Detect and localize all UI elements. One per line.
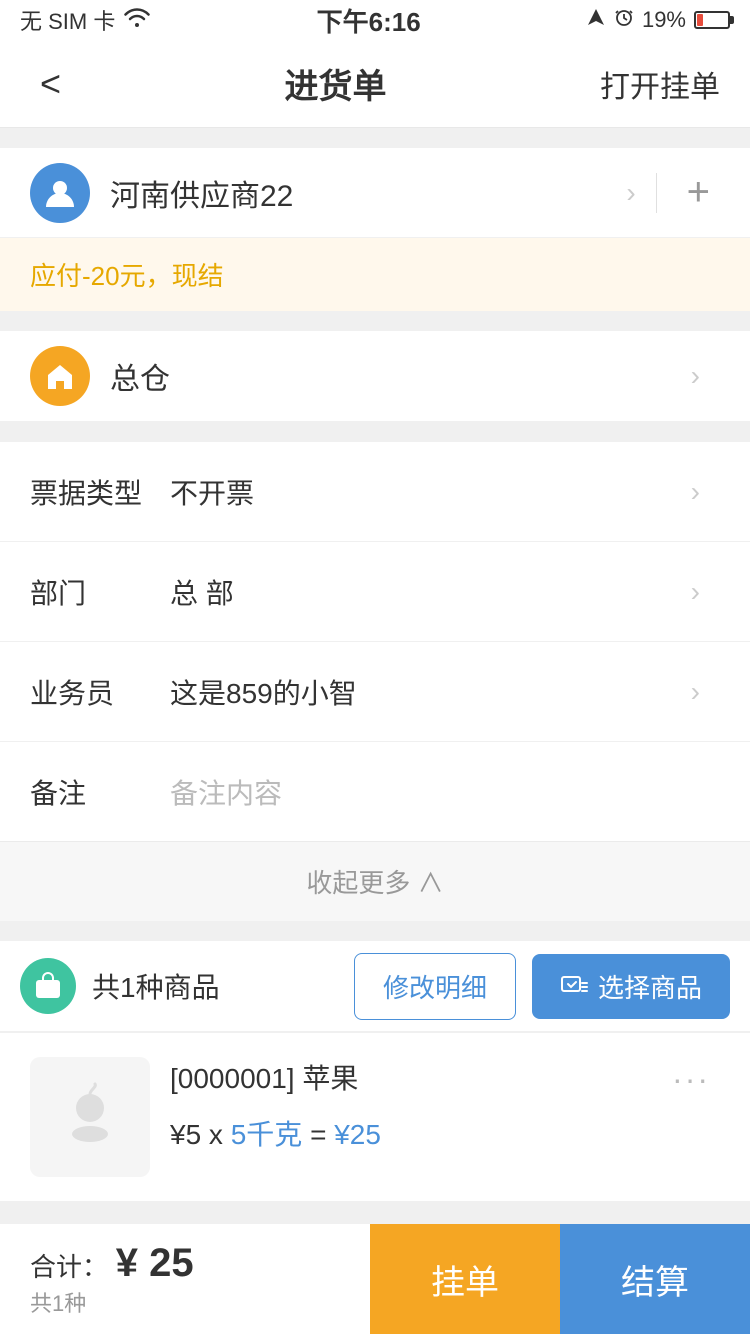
location-icon	[586, 7, 606, 33]
product-info: [0000001] 苹果 ¥5 x 5千克 = ¥25	[170, 1057, 642, 1153]
collapse-label: 收起更多 ∧	[306, 863, 443, 900]
carrier-label: 无 SIM 卡	[20, 4, 115, 36]
remark-label: 备注	[30, 772, 150, 812]
warehouse-chevron-icon: ›	[691, 360, 700, 392]
gap-2	[0, 311, 750, 331]
invoice-label: 票据类型	[30, 472, 150, 512]
divider	[656, 173, 657, 213]
remark-value: 备注内容	[150, 772, 720, 812]
alarm-icon	[614, 7, 634, 33]
battery-percent: 19%	[642, 7, 686, 33]
bottom-bar: 合计： ¥ 25 共1种 挂单 结算	[0, 1224, 750, 1334]
supplier-avatar	[30, 163, 90, 223]
total-value: ¥25	[334, 1119, 381, 1150]
product-more-button[interactable]: ···	[662, 1057, 720, 1102]
wifi-icon	[123, 7, 151, 33]
supplier-info-banner: 应付-20元，现结	[0, 238, 750, 311]
status-right: 19%	[586, 7, 730, 33]
invoice-chevron-icon: ›	[691, 476, 700, 508]
quantity-value: 5千克	[231, 1119, 303, 1150]
invoice-value: 不开票	[150, 472, 691, 512]
warehouse-name: 总仓	[110, 354, 691, 398]
add-supplier-button[interactable]: +	[677, 160, 720, 225]
supplier-section: 河南供应商22 › + 应付-20元，现结	[0, 148, 750, 311]
total-row: 合计： ¥ 25	[30, 1241, 340, 1286]
nav-bar: < 进货单 打开挂单	[0, 40, 750, 128]
department-value: 总 部	[150, 572, 691, 612]
form-row-department[interactable]: 部门 总 部 ›	[0, 541, 750, 641]
form-row-invoice[interactable]: 票据类型 不开票 ›	[0, 441, 750, 541]
back-button[interactable]: <	[30, 53, 71, 115]
chevron-right-icon: ›	[626, 177, 635, 209]
gap-1	[0, 128, 750, 148]
price-value: ¥5 x	[170, 1119, 231, 1150]
equals-sign: =	[310, 1119, 334, 1150]
product-count: 共1种商品	[92, 966, 338, 1006]
total-count: 共1种	[30, 1286, 340, 1318]
open-pending-button[interactable]: 打开挂单	[600, 62, 720, 106]
product-item: [0000001] 苹果 ¥5 x 5千克 = ¥25 ···	[0, 1033, 750, 1201]
status-left: 无 SIM 卡	[20, 4, 151, 36]
total-section: 合计： ¥ 25 共1种	[0, 1241, 370, 1318]
edit-detail-button[interactable]: 修改明细	[354, 953, 516, 1020]
product-code: [0000001] 苹果	[170, 1063, 358, 1094]
gap-3	[0, 421, 750, 441]
page-title: 进货单	[285, 59, 387, 108]
status-bar: 无 SIM 卡 下午6:16 19%	[0, 0, 750, 40]
salesperson-chevron-icon: ›	[691, 676, 700, 708]
warehouse-icon	[30, 346, 90, 406]
salesperson-value: 这是859的小智	[150, 672, 691, 712]
settle-button[interactable]: 结算	[560, 1224, 750, 1334]
salesperson-label: 业务员	[30, 672, 150, 712]
select-product-button[interactable]: 选择商品	[532, 954, 730, 1019]
select-product-label: 选择商品	[598, 968, 702, 1005]
total-amount: ¥ 25	[116, 1241, 194, 1285]
collapse-bar[interactable]: 收起更多 ∧	[0, 841, 750, 921]
product-price: ¥5 x 5千克 = ¥25	[170, 1113, 642, 1153]
product-thumbnail	[30, 1057, 150, 1177]
status-time: 下午6:16	[317, 2, 421, 39]
product-name: [0000001] 苹果	[170, 1057, 642, 1097]
battery-icon	[694, 11, 730, 29]
form-row-remark[interactable]: 备注 备注内容	[0, 741, 750, 841]
supplier-row[interactable]: 河南供应商22 › +	[0, 148, 750, 238]
department-chevron-icon: ›	[691, 576, 700, 608]
supplier-name: 河南供应商22	[110, 171, 626, 215]
department-label: 部门	[30, 572, 150, 612]
total-label: 合计：	[30, 1252, 108, 1282]
form-section: 票据类型 不开票 › 部门 总 部 › 业务员 这是859的小智 › 备注 备注…	[0, 441, 750, 841]
warehouse-row[interactable]: 总仓 ›	[0, 331, 750, 421]
product-header: 共1种商品 修改明细 选择商品	[0, 941, 750, 1031]
product-icon	[20, 958, 76, 1014]
form-row-salesperson[interactable]: 业务员 这是859的小智 ›	[0, 641, 750, 741]
pending-button[interactable]: 挂单	[370, 1224, 560, 1334]
